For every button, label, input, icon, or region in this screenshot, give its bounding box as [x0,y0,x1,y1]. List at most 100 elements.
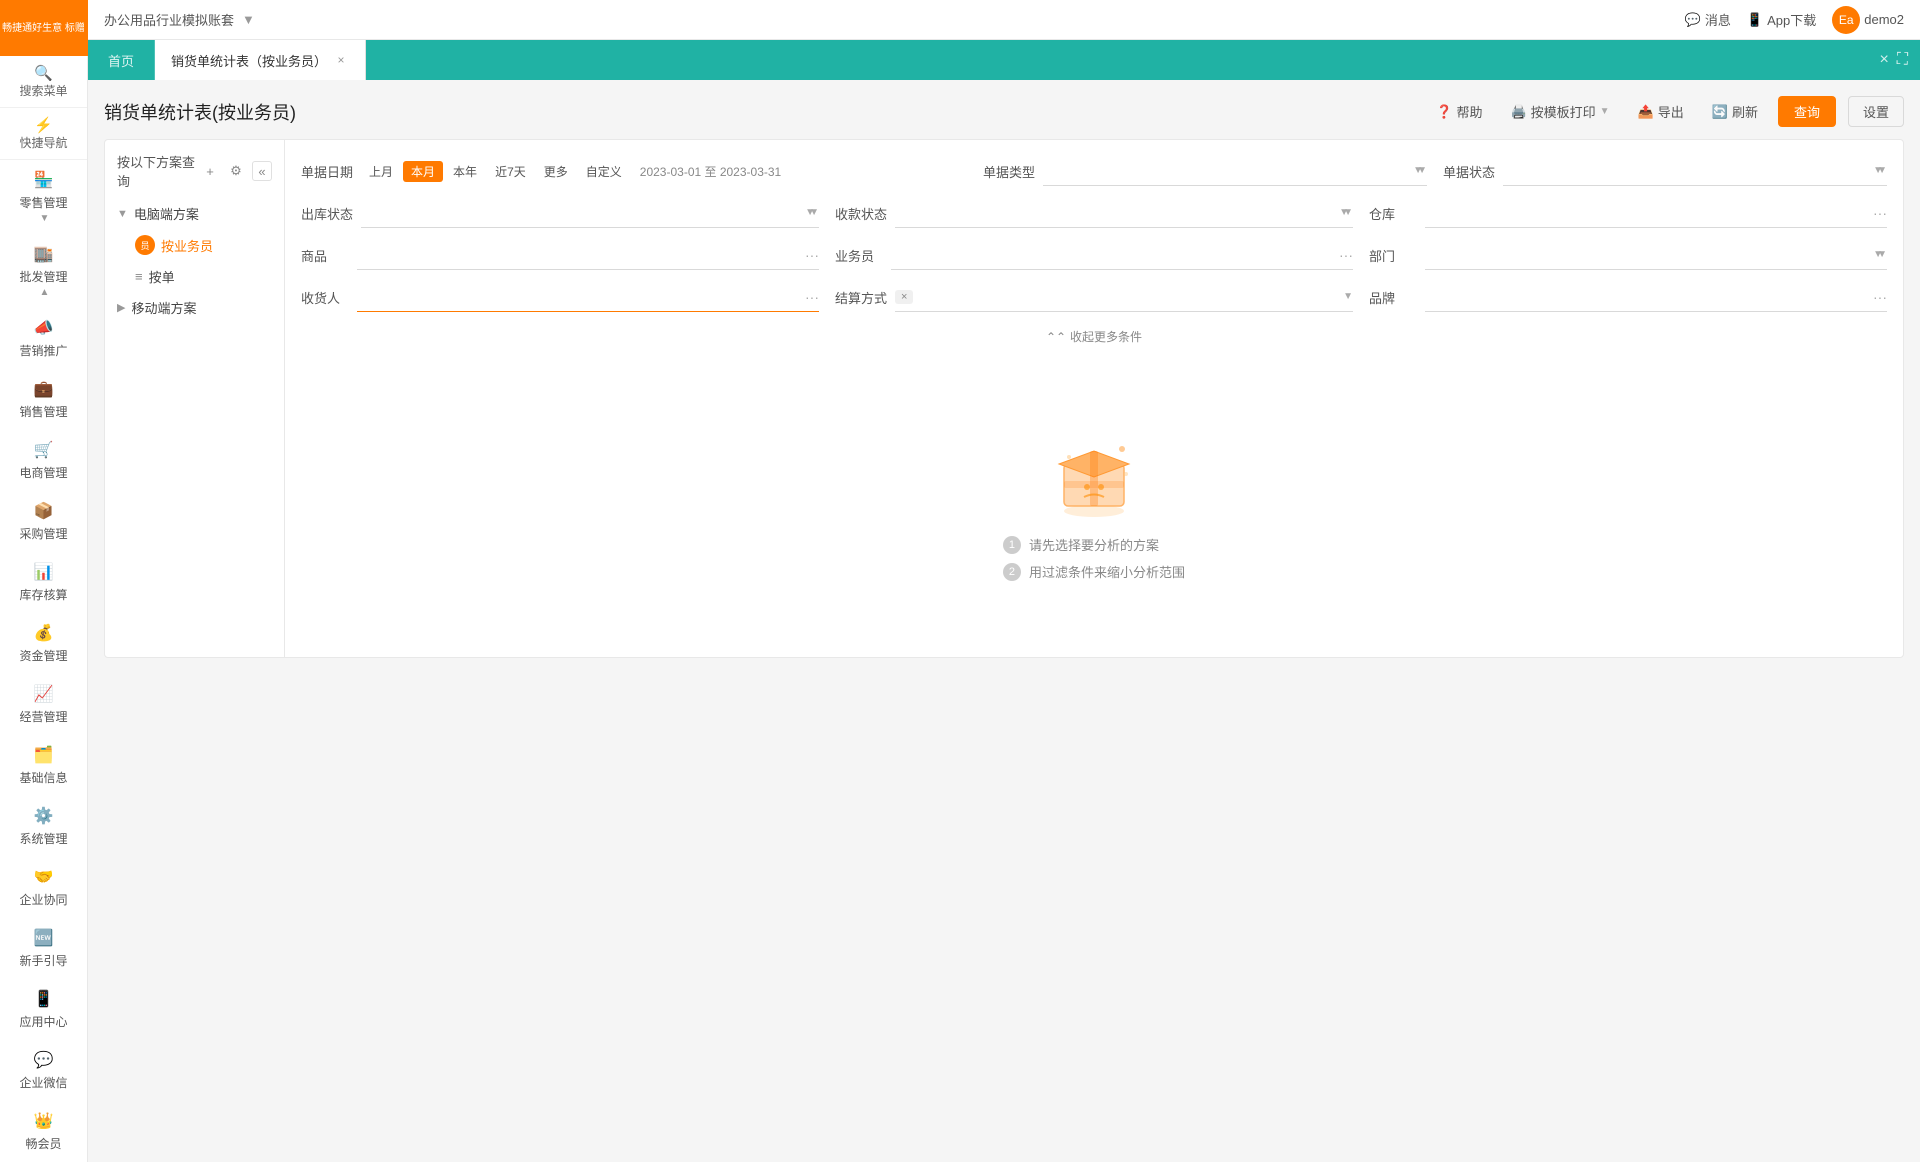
sidebar-item-ecommerce[interactable]: 🛒 电商管理 [0,430,87,491]
brand-field: 品牌 ··· [1369,282,1887,312]
receiver-dots[interactable]: ··· [805,289,819,305]
date-tab-this-year[interactable]: 本年 [445,161,485,182]
filter-row-4: 收货人 ··· 结算方式 × ▼ [301,282,1887,312]
newbie-icon: 🆕 [34,928,54,948]
sidebar-item-wechat[interactable]: 💬 企业微信 [0,1040,87,1101]
print-button[interactable]: 🖨️ 按模板打印 ▼ [1502,98,1617,125]
print-dropdown-icon: ▼ [1600,106,1610,117]
message-icon: 💬 [1685,12,1701,28]
date-tab-this-month[interactable]: 本月 [403,161,443,182]
sidebar-item-marketing[interactable]: 📣 营销推广 [0,308,87,369]
user-menu-button[interactable]: Ea demo2 [1832,6,1904,34]
out-status-control[interactable]: ▼ [361,198,819,228]
brand-dots[interactable]: ··· [1873,289,1887,305]
date-tab-more[interactable]: 更多 [536,161,576,182]
sidebar-item-newbie[interactable]: 🆕 新手引导 [0,918,87,979]
main-content: 办公用品行业模拟账套 ▼ 💬 消息 📱 App下载 Ea demo2 首页 [88,0,1920,1162]
settlement-arrow-icon: ▼ [1343,291,1353,302]
filter-sidebar: 按以下方案查询 + ⚙ « ▼ 电脑端方案 员 按业务员 [105,140,285,657]
warehouse-dots[interactable]: ··· [1873,205,1887,221]
member-icon: 👑 [34,1111,54,1131]
sidebar-item-quick-nav[interactable]: ⚡ 快捷导航 [0,108,87,160]
doc-status-control[interactable]: ▼ [1503,156,1887,186]
breadcrumb-dropdown-icon[interactable]: ▼ [242,12,255,27]
wholesale-icon: 🏬 [34,244,54,264]
window-close-icon[interactable]: × [1879,51,1888,69]
add-plan-button[interactable]: + [200,161,220,181]
brand-control[interactable]: ··· [1425,282,1887,312]
window-maximize-icon[interactable]: ⛶ [1897,51,1908,69]
tab-active[interactable]: 销货单统计表（按业务员） × [155,40,366,80]
message-button[interactable]: 💬 消息 [1685,10,1731,29]
sidebar-item-cooperation[interactable]: 🤝 企业协同 [0,857,87,918]
sub-plan-item[interactable]: ≡ 按单 [105,261,284,292]
export-button[interactable]: 📤 导出 [1630,98,1692,125]
empty-state: 1 请先选择要分析的方案 2 用过滤条件来缩小分析范围 [301,349,1887,641]
ecommerce-icon: 🛒 [34,440,54,460]
tab-bar: 首页 销货单统计表（按业务员） × × ⛶ [88,40,1920,80]
goods-dots[interactable]: ··· [805,247,819,263]
collapse-more-button[interactable]: ⌃⌃ 收起更多条件 [301,324,1887,349]
tab-home[interactable]: 首页 [88,40,155,80]
page-content: 销货单统计表(按业务员) ❓ 帮助 🖨️ 按模板打印 ▼ 📤 导出 🔄 刷 [88,80,1920,1162]
dept-control[interactable]: ▼ [1425,240,1887,270]
query-button[interactable]: 查询 [1778,96,1836,127]
page-actions: ❓ 帮助 🖨️ 按模板打印 ▼ 📤 导出 🔄 刷新 查询 [1428,96,1904,127]
receiver-field: 收货人 ··· [301,282,819,312]
sidebar-item-finance[interactable]: 💰 资金管理 [0,613,87,674]
refresh-button[interactable]: 🔄 刷新 [1704,98,1766,125]
settings-plan-button[interactable]: ⚙ [226,161,246,181]
empty-text-list: 1 请先选择要分析的方案 2 用过滤条件来缩小分析范围 [1003,535,1185,581]
goods-control[interactable]: ··· [357,240,819,270]
active-plan-circle: 员 [135,235,155,255]
out-status-label: 出库状态 [301,204,353,223]
app-download-button[interactable]: 📱 App下载 [1747,10,1816,29]
date-tab-7days[interactable]: 近7天 [487,161,534,182]
goods-label: 商品 [301,246,349,265]
settings-button[interactable]: 设置 [1848,96,1904,127]
date-tab-custom[interactable]: 自定义 [578,161,630,182]
dept-arrow-icon: ▼ [1877,249,1887,260]
receiver-control[interactable]: ··· [357,282,819,312]
sales-icon: 💼 [34,379,54,399]
doc-type-control[interactable]: ▼ [1043,156,1427,186]
sidebar-item-retail[interactable]: 🏪 零售管理 ▼ [0,160,87,234]
filter-row-1: 单据日期 上月 本月 本年 [301,156,1887,186]
tab-close-icon[interactable]: × [333,52,349,68]
receive-status-arrow-icon: ▼ [1343,207,1353,218]
filter-row-2: 出库状态 ▼ 收款状态 ▼ 仓库 [301,198,1887,228]
sidebar-item-basic[interactable]: 🗂️ 基础信息 [0,735,87,796]
warehouse-control[interactable]: ··· [1425,198,1887,228]
refresh-icon: 🔄 [1712,104,1728,120]
sidebar-item-apps[interactable]: 📱 应用中心 [0,979,87,1040]
pc-plan-section[interactable]: ▼ 电脑端方案 [105,198,284,229]
sidebar-item-member[interactable]: 👑 畅会员 [0,1101,87,1162]
filter-sidebar-header: 按以下方案查询 + ⚙ « [105,152,284,198]
sidebar-item-purchase[interactable]: 📦 采购管理 [0,491,87,552]
help-button[interactable]: ❓ 帮助 [1428,98,1490,125]
salesman-label: 业务员 [835,246,883,265]
app-logo[interactable]: 畅捷通好生意 标赠 [0,0,88,56]
mobile-plan-section[interactable]: ▶ 移动端方案 [105,292,284,323]
date-filter-control: 上月 本月 本年 近7天 [361,161,967,182]
filter-sidebar-label: 按以下方案查询 [117,152,200,190]
active-plan-item[interactable]: 员 按业务员 [105,229,284,261]
settlement-tag-clear[interactable]: × [901,291,907,303]
sidebar-item-search[interactable]: 🔍 搜索菜单 [0,56,87,108]
purchase-icon: 📦 [34,501,54,521]
system-icon: ⚙️ [34,806,54,826]
sidebar-item-sales[interactable]: 💼 销售管理 [0,369,87,430]
sidebar-item-system[interactable]: ⚙️ 系统管理 [0,796,87,857]
salesman-dots[interactable]: ··· [1339,247,1353,263]
salesman-field: 业务员 ··· [835,240,1353,270]
salesman-control[interactable]: ··· [891,240,1353,270]
sidebar-item-wholesale[interactable]: 🏬 批发管理 ▲ [0,234,87,308]
settlement-control[interactable]: × ▼ [895,282,1353,312]
sidebar-item-inventory[interactable]: 📊 库存核算 [0,552,87,613]
sidebar-item-operations[interactable]: 📈 经营管理 [0,674,87,735]
hint-number-1: 1 [1003,536,1021,554]
receive-status-control[interactable]: ▼ [895,198,1353,228]
date-tabs: 上月 本月 本年 近7天 [361,161,630,182]
date-tab-last-month[interactable]: 上月 [361,161,401,182]
collapse-sidebar-button[interactable]: « [252,161,272,181]
